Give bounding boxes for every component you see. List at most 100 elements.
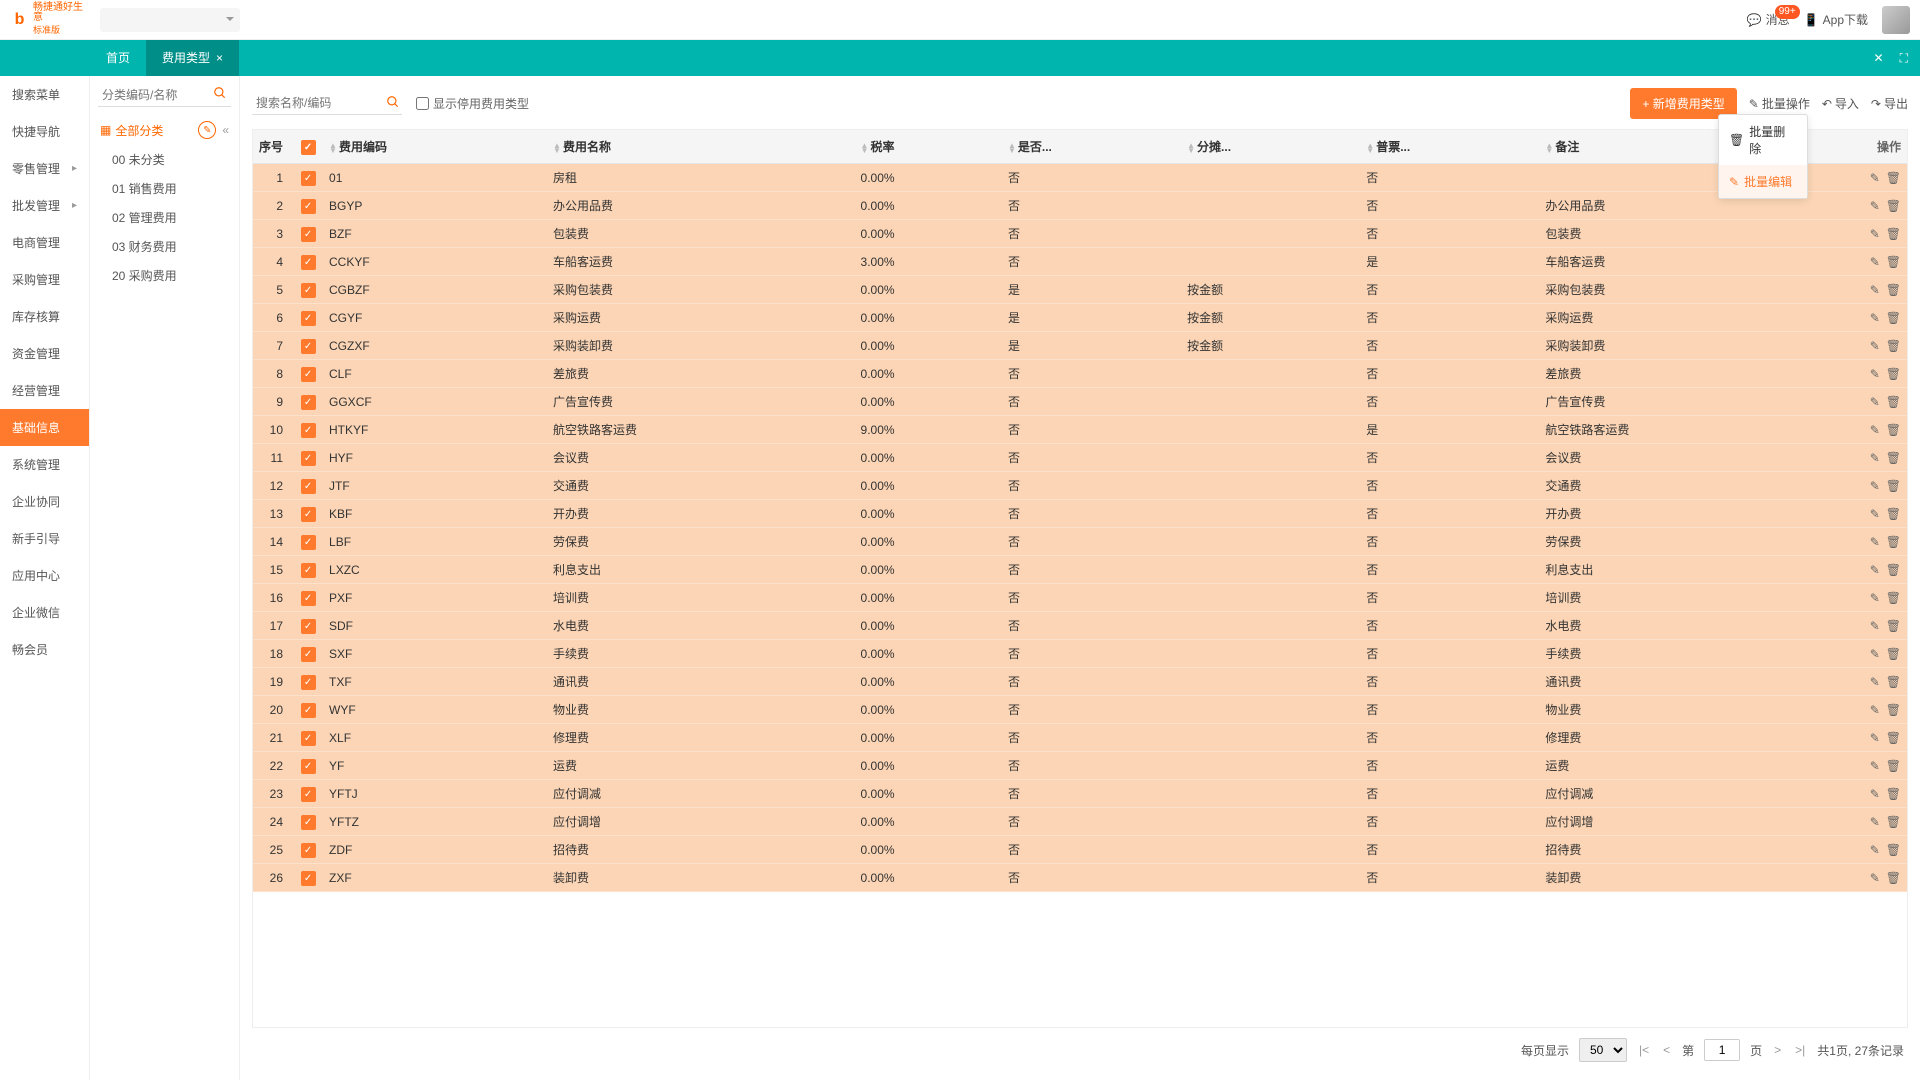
table-row[interactable]: 18✓SXF手续费0.00%否否手续费✎🗑 [253, 640, 1907, 668]
table-row[interactable]: 17✓SDF水电费0.00%否否水电费✎🗑 [253, 612, 1907, 640]
edit-row-icon[interactable]: ✎ [1870, 591, 1880, 605]
nav-item[interactable]: 零售管理▸ [0, 150, 89, 187]
edit-row-icon[interactable]: ✎ [1870, 535, 1880, 549]
table-row[interactable]: 15✓LXZC利息支出0.00%否否利息支出✎🗑 [253, 556, 1907, 584]
table-row[interactable]: 2✓BGYP办公用品费0.00%否否办公用品费✎🗑 [253, 192, 1907, 220]
edit-row-icon[interactable]: ✎ [1870, 199, 1880, 213]
delete-row-icon[interactable]: 🗑 [1886, 731, 1901, 745]
row-checkbox[interactable]: ✓ [301, 619, 316, 634]
nav-item[interactable]: 采购管理 [0, 261, 89, 298]
avatar[interactable] [1882, 6, 1910, 34]
row-checkbox[interactable]: ✓ [301, 311, 316, 326]
row-checkbox[interactable]: ✓ [301, 339, 316, 354]
edit-row-icon[interactable]: ✎ [1870, 815, 1880, 829]
edit-row-icon[interactable]: ✎ [1870, 703, 1880, 717]
row-checkbox[interactable]: ✓ [301, 591, 316, 606]
nav-item[interactable]: 经营管理 [0, 372, 89, 409]
table-row[interactable]: 21✓XLF修理费0.00%否否修理费✎🗑 [253, 724, 1907, 752]
delete-row-icon[interactable]: 🗑 [1886, 815, 1901, 829]
nav-item[interactable]: 电商管理 [0, 224, 89, 261]
delete-row-icon[interactable]: 🗑 [1886, 507, 1901, 521]
category-item[interactable]: 00 未分类 [90, 145, 239, 174]
row-checkbox[interactable]: ✓ [301, 199, 316, 214]
export-button[interactable]: ↷ 导出 [1871, 95, 1908, 112]
row-checkbox[interactable]: ✓ [301, 787, 316, 802]
show-stopped-checkbox[interactable]: 显示停用费用类型 [416, 95, 529, 112]
edit-row-icon[interactable]: ✎ [1870, 339, 1880, 353]
col-code[interactable]: ▲▼费用编码 [323, 130, 547, 164]
delete-row-icon[interactable]: 🗑 [1886, 563, 1901, 577]
table-row[interactable]: 23✓YFTJ应付调减0.00%否否应付调减✎🗑 [253, 780, 1907, 808]
delete-row-icon[interactable]: 🗑 [1886, 367, 1901, 381]
col-name[interactable]: ▲▼费用名称 [547, 130, 855, 164]
delete-row-icon[interactable]: 🗑 [1886, 871, 1901, 885]
delete-row-icon[interactable]: 🗑 [1886, 451, 1901, 465]
table-row[interactable]: 4✓CCKYF车船客运费3.00%否是车船客运费✎🗑 [253, 248, 1907, 276]
row-checkbox[interactable]: ✓ [301, 395, 316, 410]
delete-row-icon[interactable]: 🗑 [1886, 395, 1901, 409]
nav-item[interactable]: 资金管理 [0, 335, 89, 372]
table-row[interactable]: 24✓YFTZ应付调增0.00%否否应付调增✎🗑 [253, 808, 1907, 836]
col-seq[interactable]: 序号 [253, 130, 293, 164]
row-checkbox[interactable]: ✓ [301, 703, 316, 718]
tab-close-all-icon[interactable]: ✕ [1870, 47, 1888, 70]
category-item[interactable]: 03 财务费用 [90, 232, 239, 261]
edit-row-icon[interactable]: ✎ [1870, 731, 1880, 745]
category-item[interactable]: 02 管理费用 [90, 203, 239, 232]
col-checkbox[interactable]: ✓ [293, 130, 323, 164]
edit-row-icon[interactable]: ✎ [1870, 311, 1880, 325]
col-rate[interactable]: ▲▼税率 [855, 130, 1002, 164]
edit-row-icon[interactable]: ✎ [1870, 255, 1880, 269]
edit-row-icon[interactable]: ✎ [1870, 395, 1880, 409]
delete-row-icon[interactable]: 🗑 [1886, 647, 1901, 661]
delete-row-icon[interactable]: 🗑 [1886, 311, 1901, 325]
per-page-select[interactable]: 50 [1579, 1038, 1627, 1062]
nav-item[interactable]: 搜索菜单 [0, 76, 89, 113]
row-checkbox[interactable]: ✓ [301, 255, 316, 270]
category-item[interactable]: 20 采购费用 [90, 261, 239, 290]
row-checkbox[interactable]: ✓ [301, 647, 316, 662]
row-checkbox[interactable]: ✓ [301, 759, 316, 774]
table-row[interactable]: 25✓ZDF招待费0.00%否否招待费✎🗑 [253, 836, 1907, 864]
nav-item[interactable]: 库存核算 [0, 298, 89, 335]
col-ticket[interactable]: ▲▼普票... [1360, 130, 1539, 164]
edit-row-icon[interactable]: ✎ [1870, 647, 1880, 661]
nav-item[interactable]: 企业微信 [0, 594, 89, 631]
table-row[interactable]: 9✓GGXCF广告宣传费0.00%否否广告宣传费✎🗑 [253, 388, 1907, 416]
search-input[interactable] [252, 92, 402, 115]
row-checkbox[interactable]: ✓ [301, 871, 316, 886]
table-row[interactable]: 12✓JTF交通费0.00%否否交通费✎🗑 [253, 472, 1907, 500]
delete-row-icon[interactable]: 🗑 [1886, 703, 1901, 717]
row-checkbox[interactable]: ✓ [301, 479, 316, 494]
first-page-button[interactable]: |< [1637, 1043, 1651, 1057]
delete-row-icon[interactable]: 🗑 [1886, 759, 1901, 773]
table-row[interactable]: 22✓YF运费0.00%否否运费✎🗑 [253, 752, 1907, 780]
nav-item[interactable]: 企业协同 [0, 483, 89, 520]
nav-item[interactable]: 批发管理▸ [0, 187, 89, 224]
edit-row-icon[interactable]: ✎ [1870, 871, 1880, 885]
delete-row-icon[interactable]: 🗑 [1886, 675, 1901, 689]
row-checkbox[interactable]: ✓ [301, 563, 316, 578]
nav-item[interactable]: 应用中心 [0, 557, 89, 594]
row-checkbox[interactable]: ✓ [301, 423, 316, 438]
table-row[interactable]: 5✓CGBZF采购包装费0.00%是按金额否采购包装费✎🗑 [253, 276, 1907, 304]
category-edit-icon[interactable]: ✎ [198, 121, 216, 139]
table-row[interactable]: 26✓ZXF装卸费0.00%否否装卸费✎🗑 [253, 864, 1907, 892]
edit-row-icon[interactable]: ✎ [1870, 787, 1880, 801]
nav-item[interactable]: 快捷导航 [0, 113, 89, 150]
delete-row-icon[interactable]: 🗑 [1886, 423, 1901, 437]
row-checkbox[interactable]: ✓ [301, 283, 316, 298]
edit-row-icon[interactable]: ✎ [1870, 451, 1880, 465]
row-checkbox[interactable]: ✓ [301, 367, 316, 382]
edit-row-icon[interactable]: ✎ [1870, 479, 1880, 493]
edit-row-icon[interactable]: ✎ [1870, 283, 1880, 297]
message-button[interactable]: 💬 消息 99+ [1747, 11, 1790, 28]
nav-item[interactable]: 畅会员 [0, 631, 89, 668]
category-all[interactable]: ▦ 全部分类 [100, 122, 163, 139]
delete-row-icon[interactable]: 🗑 [1886, 171, 1901, 185]
delete-row-icon[interactable]: 🗑 [1886, 843, 1901, 857]
row-checkbox[interactable]: ✓ [301, 815, 316, 830]
edit-row-icon[interactable]: ✎ [1870, 423, 1880, 437]
row-checkbox[interactable]: ✓ [301, 675, 316, 690]
page-input[interactable] [1704, 1039, 1740, 1061]
